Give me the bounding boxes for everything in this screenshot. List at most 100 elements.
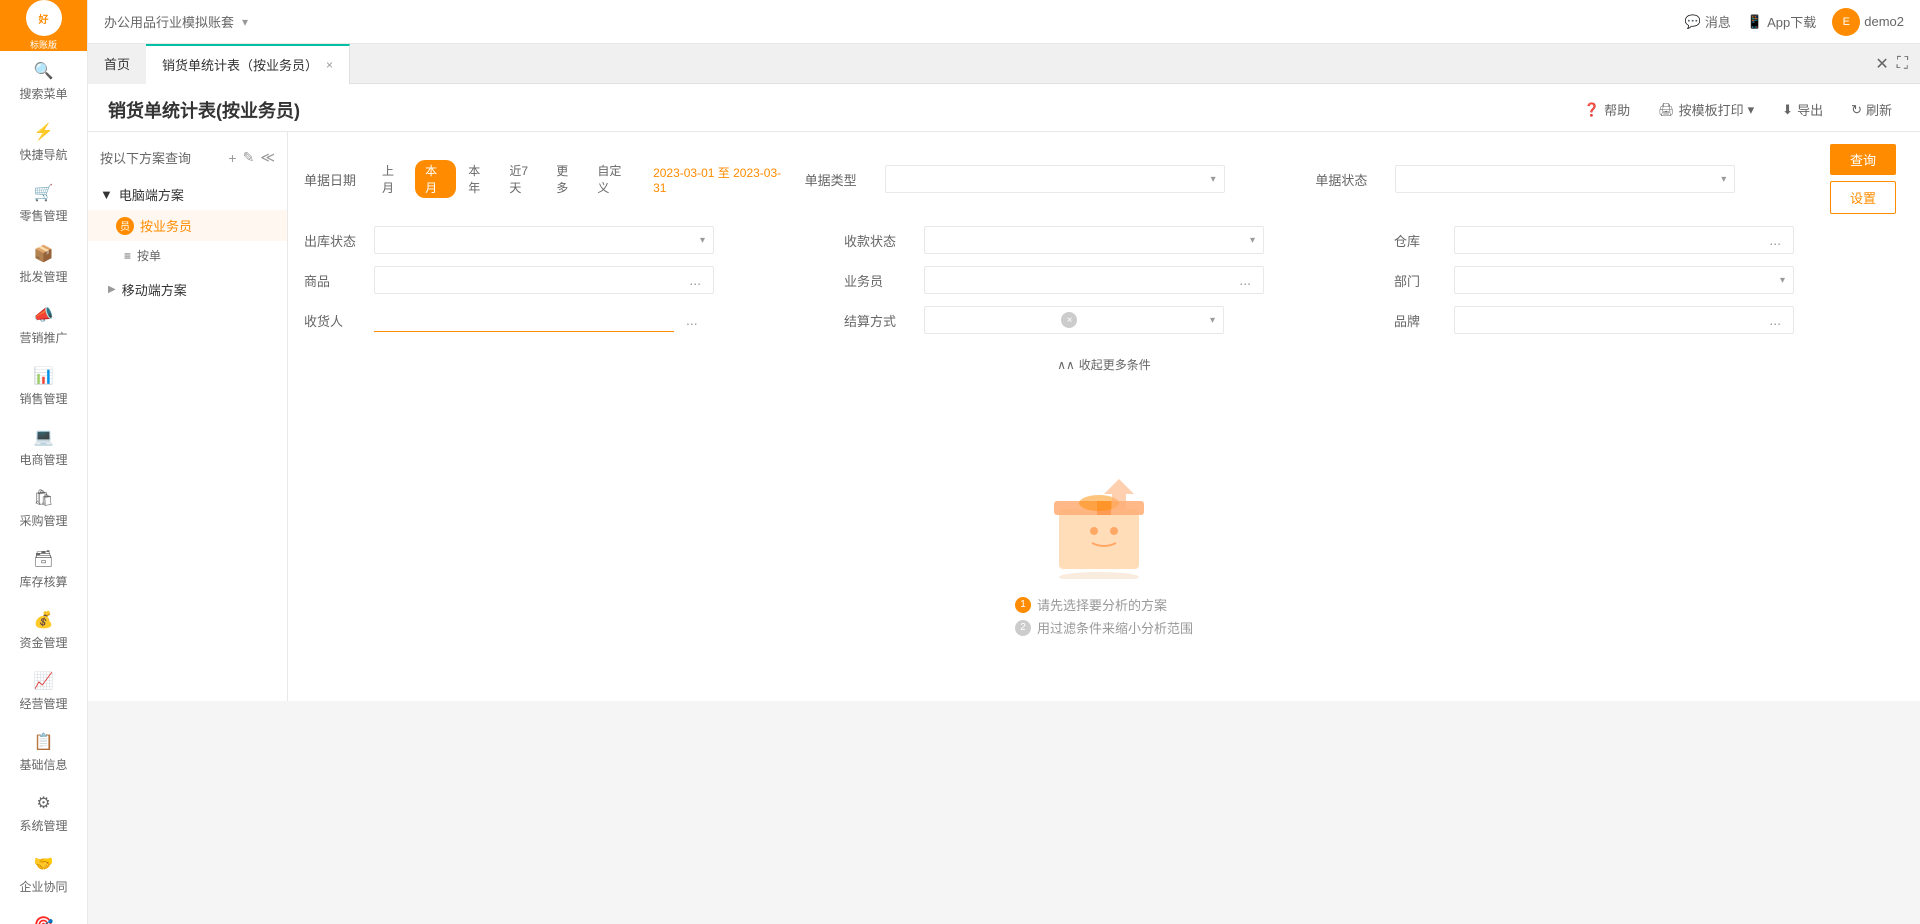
settlement-clear-btn[interactable]: × [1061, 312, 1077, 328]
query-action-group: 查询 设置 [1822, 144, 1904, 214]
date-tab-prev-month[interactable]: 上月 [374, 160, 411, 198]
sidebar-item-5[interactable]: 📊销售管理 [0, 356, 88, 417]
sidebar-item-11[interactable]: 📋基础信息 [0, 722, 88, 783]
date-tab-current-month[interactable]: 本月 [415, 160, 456, 198]
print-btn[interactable]: 🖨 按模板打印 ▾ [1650, 96, 1762, 123]
pc-scheme-expand-icon: ▼ [100, 187, 113, 202]
active-scheme-item[interactable]: 员 按业务员 [88, 210, 287, 241]
doc-type-select[interactable]: ▾ [885, 165, 1225, 193]
tab-close-btn[interactable]: × [326, 58, 333, 72]
salesperson-select[interactable]: ... [924, 266, 1264, 294]
query-btn[interactable]: 查询 [1830, 144, 1896, 175]
sub-scheme-item[interactable]: ≡ 按单 [88, 241, 287, 270]
filter-row-2: 出库状态 ▾ 收款状态 ▾ [304, 226, 1904, 254]
doc-status-select[interactable]: ▾ [1395, 165, 1735, 193]
pc-scheme-group-header[interactable]: ▼ 电脑端方案 [88, 179, 287, 210]
filter-row-4: 收货人 ... 结算方式 × ▾ [304, 306, 1904, 334]
tabbar-close-icon[interactable]: ✕ [1875, 54, 1888, 74]
goods-label: 商品 [304, 271, 374, 290]
empty-illustration [1029, 459, 1179, 579]
add-scheme-icon[interactable]: + [228, 150, 236, 166]
settlement-label: 结算方式 [844, 311, 924, 330]
tabbar-actions: ✕ ⛶ [1875, 54, 1920, 74]
right-area: 单据日期 上月 本月 本年 近7天 更多 自定义 2023-03-01 至 20… [288, 132, 1920, 701]
collapse-panel-icon[interactable]: ≪ [260, 149, 275, 166]
warehouse-dots-btn[interactable]: ... [1765, 232, 1785, 248]
page-header: 销货单统计表(按业务员) ❓ 帮助 🖨 按模板打印 ▾ ⬇ 导出 ↻ 刷新 [88, 84, 1920, 132]
filter-row-3: 商品 ... 业务员 ... [304, 266, 1904, 294]
goods-dots-btn[interactable]: ... [685, 272, 705, 288]
sidebar-item-2[interactable]: 🛒零售管理 [0, 173, 88, 234]
receipt-status-label: 收款状态 [844, 231, 924, 250]
consignee-control: ... [374, 308, 824, 332]
export-btn[interactable]: ⬇ 导出 [1774, 96, 1831, 123]
date-tab-custom[interactable]: 自定义 [589, 160, 637, 198]
sidebar-item-9[interactable]: 💰资金管理 [0, 600, 88, 661]
left-panel-title: 按以下方案查询 [100, 148, 191, 167]
app-logo: 好 标账版 [0, 0, 88, 51]
sidebar-item-7[interactable]: 🛍采购管理 [0, 478, 88, 539]
mobile-scheme-item[interactable]: ▶ 移动端方案 [88, 274, 287, 305]
date-tab-7days[interactable]: 近7天 [501, 160, 544, 198]
tab-home[interactable]: 首页 [88, 44, 146, 84]
sidebar-item-10[interactable]: 📈经营管理 [0, 661, 88, 722]
doc-type-dropdown-icon: ▾ [1211, 174, 1216, 185]
settlement-control: × ▾ [924, 306, 1374, 334]
export-icon: ⬇ [1782, 102, 1793, 118]
user-avatar-btn[interactable]: E demo2 [1832, 8, 1904, 36]
goods-select[interactable]: ... [374, 266, 714, 294]
sidebar-item-3[interactable]: 📦批发管理 [0, 234, 88, 295]
refresh-btn[interactable]: ↻ 刷新 [1843, 96, 1900, 123]
warehouse-select[interactable]: ... [1454, 226, 1794, 254]
print-dropdown-icon: ▾ [1748, 102, 1755, 118]
salesperson-dots-btn[interactable]: ... [1235, 272, 1255, 288]
brand-control: ... [1454, 306, 1904, 334]
empty-state: 请先选择要分析的方案 用过滤条件来缩小分析范围 [995, 399, 1213, 701]
empty-text-list: 请先选择要分析的方案 用过滤条件来缩小分析范围 [1015, 595, 1193, 641]
doc-status-control: ▾ [1395, 165, 1806, 193]
sidebar-item-8[interactable]: 🗃库存核算 [0, 539, 88, 600]
brand-dots-btn[interactable]: ... [1765, 312, 1785, 328]
sidebar-item-13[interactable]: 🤝企业协同 [0, 844, 88, 905]
sidebar-item-6[interactable]: 💻电商管理 [0, 417, 88, 478]
date-tab-more[interactable]: 更多 [548, 160, 585, 198]
sidebar-item-0[interactable]: 🔍搜索菜单 [0, 51, 88, 112]
collapse-btn[interactable]: ∧∧ 收起更多条件 [1051, 350, 1157, 379]
sidebar-item-4[interactable]: 📣营销推广 [0, 295, 88, 356]
topbar-dropdown-icon[interactable]: ▾ [242, 15, 248, 29]
salesperson-control: ... [924, 266, 1374, 294]
out-status-control: ▾ [374, 226, 824, 254]
doc-type-control: ▾ [885, 165, 1296, 193]
sub-scheme-icon: ≡ [124, 249, 131, 263]
sidebar-item-14[interactable]: 🎯新手引导 [0, 905, 88, 924]
tabbar-expand-icon[interactable]: ⛶ [1897, 55, 1908, 73]
consignee-input[interactable] [374, 308, 674, 332]
help-btn[interactable]: ❓ 帮助 [1576, 96, 1638, 123]
sidebar-item-1[interactable]: ⚡快捷导航 [0, 112, 88, 173]
department-select[interactable]: ▾ [1454, 266, 1794, 294]
receipt-status-control: ▾ [924, 226, 1374, 254]
edit-scheme-icon[interactable]: ✎ [243, 149, 255, 166]
mobile-scheme-label: 移动端方案 [122, 280, 187, 299]
out-status-select[interactable]: ▾ [374, 226, 714, 254]
message-btn[interactable]: 💬 消息 [1685, 12, 1731, 31]
brand-select[interactable]: ... [1454, 306, 1794, 334]
department-dropdown-icon: ▾ [1780, 275, 1785, 286]
sub-scheme-label: 按单 [137, 247, 161, 264]
settings-btn[interactable]: 设置 [1830, 181, 1896, 214]
sidebar-item-12[interactable]: ⚙系统管理 [0, 783, 88, 844]
pc-scheme-label: 电脑端方案 [119, 185, 184, 204]
receipt-status-select[interactable]: ▾ [924, 226, 1264, 254]
message-icon: 💬 [1685, 14, 1701, 30]
salesperson-label: 业务员 [844, 271, 924, 290]
tab-active[interactable]: 销货单统计表（按业务员） × [146, 44, 350, 84]
consignee-dots-btn[interactable]: ... [682, 312, 702, 328]
date-tab-current-year[interactable]: 本年 [460, 160, 497, 198]
app-download-icon: 📱 [1747, 14, 1763, 30]
settlement-select[interactable]: × ▾ [924, 306, 1224, 334]
empty-hint-2: 用过滤条件来缩小分析范围 [1015, 618, 1193, 637]
main-area: 办公用品行业模拟账套 ▾ 💬 消息 📱 App下载 E demo2 首页 [88, 0, 1920, 924]
topbar-title: 办公用品行业模拟账套 [104, 12, 234, 31]
app-download-btn[interactable]: 📱 App下载 [1747, 12, 1816, 31]
tabbar: 首页 销货单统计表（按业务员） × ✕ ⛶ [88, 44, 1920, 84]
